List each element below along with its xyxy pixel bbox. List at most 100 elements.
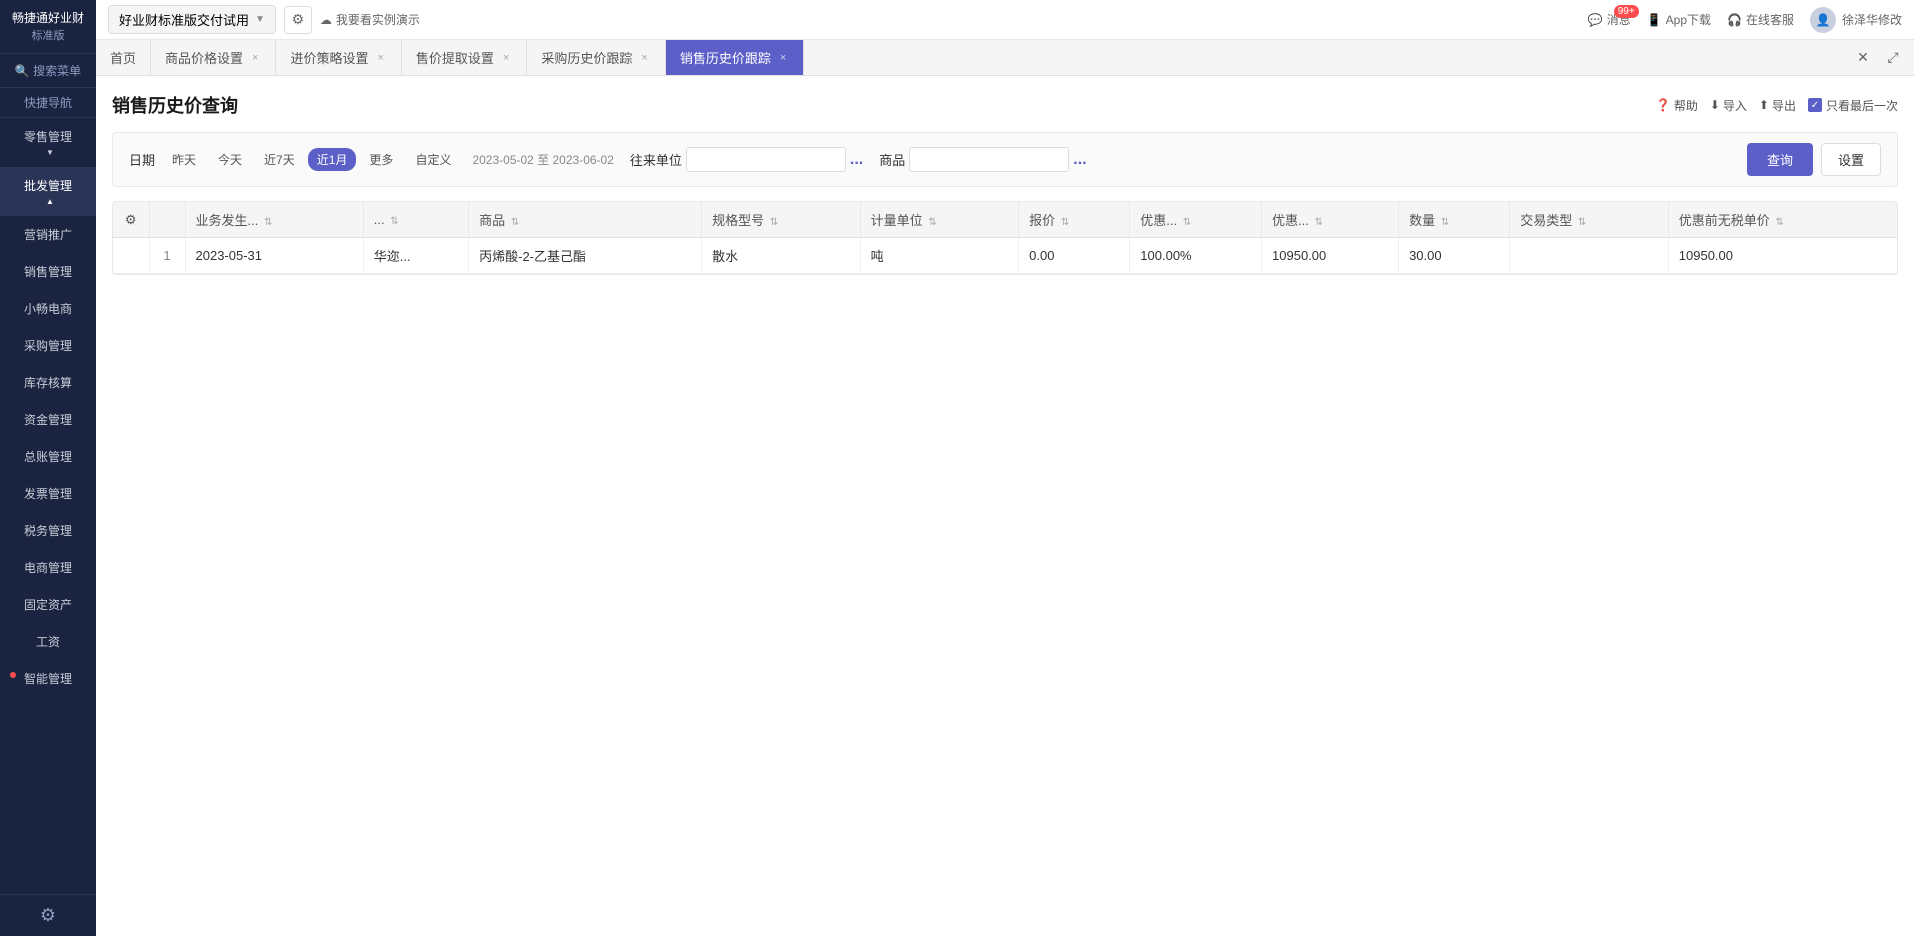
help-button[interactable]: ❓ 帮助 (1656, 97, 1698, 114)
sidebar-item-fixed-assets[interactable]: 固定资产 (0, 586, 96, 623)
messages-button[interactable]: 💬 消息 99+ (1588, 11, 1631, 28)
table-row[interactable]: 1 2023-05-31 华迩... 丙烯酸-2-乙基己酯 散水 吨 0.00 … (113, 238, 1897, 274)
tab-home[interactable]: 首页 (96, 40, 151, 76)
col-unit[interactable]: 计量单位 ⇅ (860, 202, 1019, 238)
sidebar-item-sales[interactable]: 销售管理 (0, 253, 96, 290)
date-btn-last1m[interactable]: 近1月 (308, 148, 357, 171)
col-pre-tax-price[interactable]: 优惠前无税单价 ⇅ (1668, 202, 1897, 238)
col-price[interactable]: 报价 ⇅ (1019, 202, 1130, 238)
query-button[interactable]: 查询 (1747, 143, 1813, 176)
sidebar-item-payroll[interactable]: 工资 (0, 623, 96, 660)
page-title: 销售历史价查询 (112, 92, 238, 118)
col-tx-type[interactable]: 交易类型 ⇅ (1510, 202, 1669, 238)
row-spec: 散水 (702, 238, 861, 274)
date-btn-custom[interactable]: 自定义 (406, 148, 460, 171)
sidebar-item-smart[interactable]: 智能管理 (0, 660, 96, 697)
sidebar-search[interactable]: 🔍 搜索菜单 (0, 54, 96, 88)
date-range-display: 2023-05-02 至 2023-06-02 (472, 151, 613, 168)
tab-close-purchase-strategy[interactable]: × (374, 51, 386, 65)
table-body: 1 2023-05-31 华迩... 丙烯酸-2-乙基己酯 散水 吨 0.00 … (113, 238, 1897, 274)
supplier-more-button[interactable]: ... (850, 151, 863, 169)
tab-close-purchase-history[interactable]: × (638, 51, 650, 65)
tab-sales-history[interactable]: 销售历史价跟踪 × (666, 40, 804, 76)
tabbar-actions: ✕ ⤢ (1842, 45, 1914, 71)
col-num (149, 202, 185, 238)
row-product: 丙烯酸-2-乙基己酯 (469, 238, 702, 274)
date-btn-today[interactable]: 今天 (209, 148, 251, 171)
date-btn-last7[interactable]: 近7天 (255, 148, 304, 171)
topbar-right: 💬 消息 99+ 📱 App下载 🎧 在线客服 👤 徐泽华修改 (1588, 7, 1902, 33)
sidebar-item-retail[interactable]: 零售管理 (0, 118, 96, 167)
sort-icon-product: ⇅ (511, 217, 519, 228)
row-discount-amt: 10950.00 (1262, 238, 1399, 274)
tab-close-price[interactable]: × (249, 51, 261, 65)
product-filter-group: 商品 ... (879, 147, 1086, 172)
col-date[interactable]: 业务发生... ⇅ (185, 202, 363, 238)
sidebar-item-ecommerce-small[interactable]: 小畅电商 (0, 290, 96, 327)
sidebar-settings-icon[interactable]: ⚙ (0, 894, 96, 936)
tab-expand-button[interactable]: ⤢ (1880, 45, 1906, 71)
product-more-button[interactable]: ... (1073, 151, 1086, 169)
sidebar-item-purchase[interactable]: 采购管理 (0, 327, 96, 364)
date-btn-more[interactable]: 更多 (360, 148, 402, 171)
sidebar-quick-nav[interactable]: 快捷导航 (0, 88, 96, 118)
sidebar-item-inventory[interactable]: 库存核算 (0, 364, 96, 401)
sidebar-item-finance[interactable]: 资金管理 (0, 401, 96, 438)
row-col3: 华迩... (363, 238, 468, 274)
col-discount-amt[interactable]: 优惠... ⇅ (1262, 202, 1399, 238)
sidebar-item-ecommerce[interactable]: 电商管理 (0, 549, 96, 586)
row-pre-tax-price: 10950.00 (1668, 238, 1897, 274)
sort-icon-pre-tax-price: ⇅ (1775, 217, 1783, 228)
tab-close-sales-history[interactable]: × (777, 51, 789, 65)
col-col3[interactable]: ... ⇅ (363, 202, 468, 238)
user-info[interactable]: 👤 徐泽华修改 (1810, 7, 1902, 33)
user-name: 徐泽华修改 (1842, 11, 1902, 28)
sort-icon-date: ⇅ (264, 217, 272, 228)
sort-icon-unit: ⇅ (928, 217, 936, 228)
content-area: 销售历史价查询 ❓ 帮助 ⬇ 导入 ⬆ 导出 ✓ 只看最后一次 (96, 76, 1914, 936)
supplier-input[interactable] (686, 147, 846, 172)
tab-close-sale-extract[interactable]: × (500, 51, 512, 65)
col-gear[interactable]: ⚙ (113, 202, 149, 238)
sidebar-item-tax[interactable]: 税务管理 (0, 512, 96, 549)
app-download-button[interactable]: 📱 App下载 (1647, 11, 1711, 28)
product-input[interactable] (909, 147, 1069, 172)
tab-price[interactable]: 商品价格设置 × (151, 40, 276, 76)
export-button[interactable]: ⬆ 导出 (1759, 97, 1796, 114)
data-table: ⚙ 业务发生... ⇅ ... ⇅ 商品 ⇅ (113, 202, 1897, 274)
row-gear (113, 238, 149, 274)
sidebar-item-wholesale[interactable]: 批发管理 (0, 167, 96, 216)
filter-actions: 查询 设置 (1747, 143, 1881, 176)
col-qty[interactable]: 数量 ⇅ (1399, 202, 1510, 238)
only-last-checkbox[interactable]: ✓ 只看最后一次 (1808, 97, 1898, 114)
import-button[interactable]: ⬇ 导入 (1710, 97, 1747, 114)
filter-bar: 日期 昨天 今天 近7天 近1月 更多 自定义 2023-05-02 至 202… (112, 132, 1898, 187)
tab-purchase-history[interactable]: 采购历史价跟踪 × (527, 40, 665, 76)
date-buttons: 昨天 今天 近7天 近1月 更多 自定义 (163, 148, 460, 171)
page-actions: ❓ 帮助 ⬇ 导入 ⬆ 导出 ✓ 只看最后一次 (1656, 97, 1898, 114)
row-qty: 30.00 (1399, 238, 1510, 274)
question-icon: ❓ (1656, 98, 1671, 112)
settings-filter-button[interactable]: 设置 (1821, 143, 1881, 176)
online-service-button[interactable]: 🎧 在线客服 (1727, 11, 1794, 28)
sidebar-item-accounting[interactable]: 总账管理 (0, 438, 96, 475)
demo-link[interactable]: ☁ 我要看实例演示 (320, 11, 420, 28)
date-btn-yesterday[interactable]: 昨天 (163, 148, 205, 171)
tab-close-all-button[interactable]: ✕ (1850, 45, 1876, 71)
col-spec[interactable]: 规格型号 ⇅ (702, 202, 861, 238)
module-settings-button[interactable]: ⚙ (284, 6, 312, 34)
col-discount-pct[interactable]: 优惠... ⇅ (1130, 202, 1262, 238)
row-price: 0.00 (1019, 238, 1130, 274)
sidebar-item-invoice[interactable]: 发票管理 (0, 475, 96, 512)
sidebar-item-marketing[interactable]: 营销推广 (0, 216, 96, 253)
tab-sale-extract[interactable]: 售价提取设置 × (402, 40, 527, 76)
avatar: 👤 (1810, 7, 1836, 33)
sort-icon-discount-pct: ⇅ (1183, 217, 1191, 228)
col-product[interactable]: 商品 ⇅ (469, 202, 702, 238)
tab-purchase-strategy[interactable]: 进价策略设置 × (276, 40, 401, 76)
search-icon: 🔍 (15, 64, 30, 78)
table-container: ⚙ 业务发生... ⇅ ... ⇅ 商品 ⇅ (112, 201, 1898, 275)
tabbar: 首页 商品价格设置 × 进价策略设置 × 售价提取设置 × 采购历史价跟踪 × … (96, 40, 1914, 76)
supplier-filter-group: 往来单位 ... (630, 147, 863, 172)
module-selector[interactable]: 好业财标准版交付试用 ▼ (108, 5, 276, 34)
